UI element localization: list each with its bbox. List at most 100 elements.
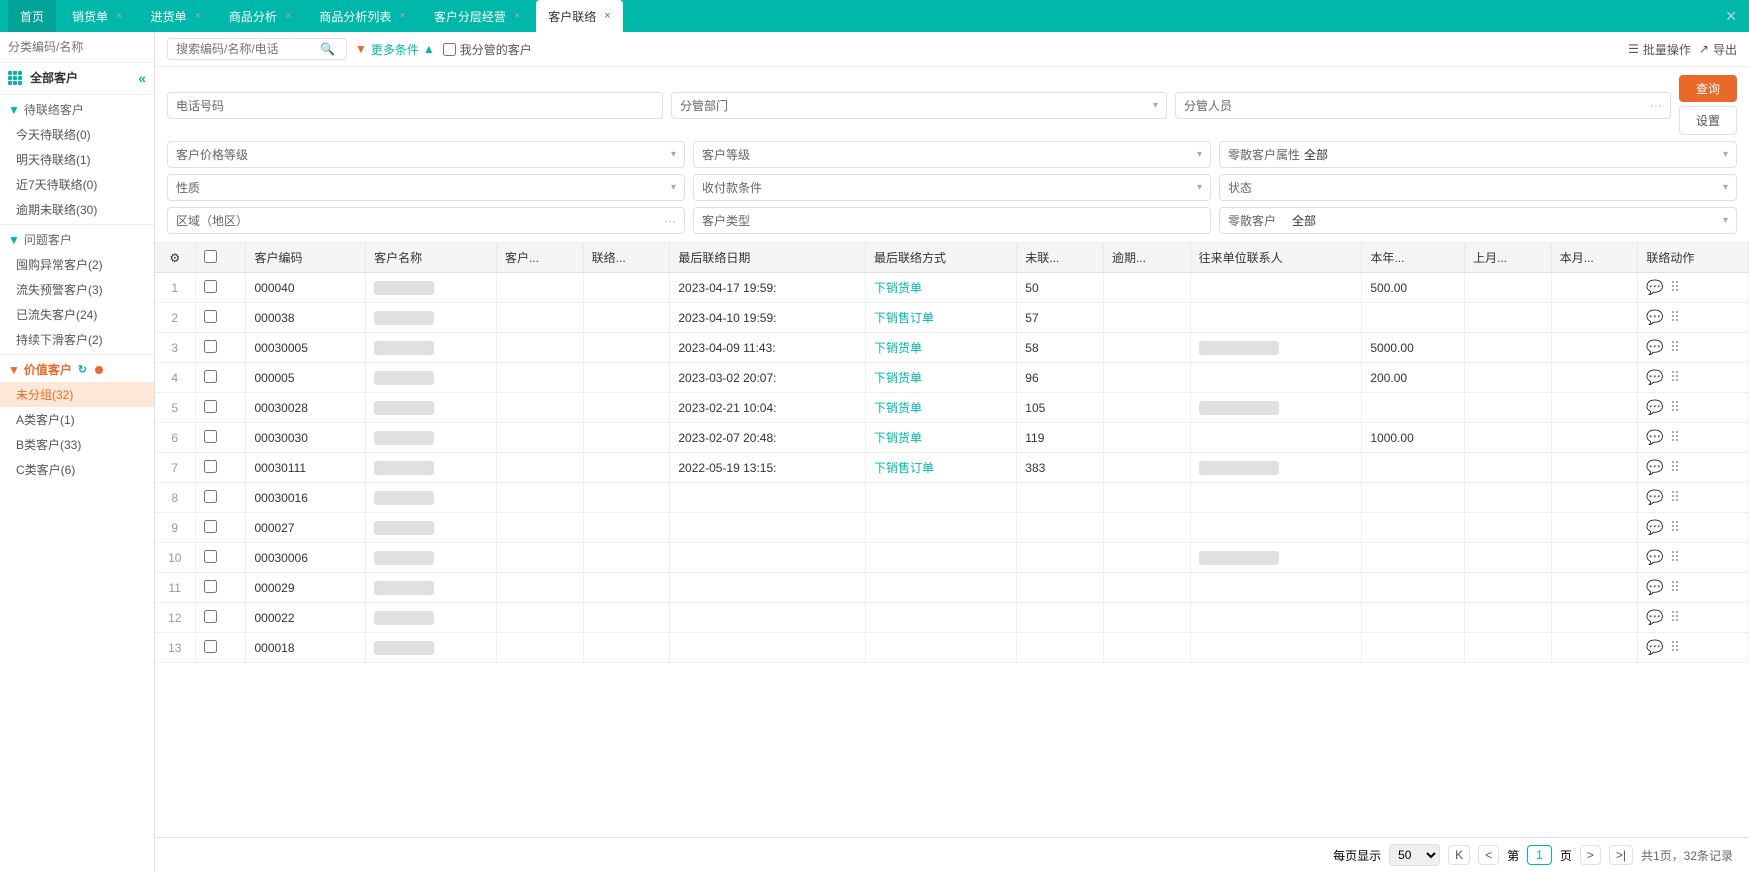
sidebar-item-today[interactable]: 今天待联络(0) [0, 122, 154, 147]
row-checkbox[interactable] [195, 483, 246, 513]
chat-action-icon[interactable]: 💬 [1646, 579, 1663, 596]
sidebar-item-tomorrow[interactable]: 明天待联络(1) [0, 147, 154, 172]
chat-action-icon[interactable]: 💬 [1646, 399, 1663, 416]
row-last-method[interactable] [865, 573, 1016, 603]
tab-purchase-close[interactable]: × [194, 10, 200, 22]
grid-action-icon[interactable]: ⠿ [1670, 429, 1680, 446]
query-button[interactable]: 查询 [1679, 75, 1737, 102]
filter-region[interactable]: 区域（地区） ··· [167, 207, 685, 234]
row-checkbox[interactable] [195, 393, 246, 423]
grid-action-icon[interactable]: ⠿ [1670, 639, 1680, 656]
sidebar-item-abnormal[interactable]: 囤购异常客户(2) [0, 252, 154, 277]
row-last-method[interactable]: 下销货单 [865, 363, 1016, 393]
filter-retail-customer[interactable]: 零散客户 全部 ▾ [1219, 207, 1737, 234]
row-last-method[interactable] [865, 603, 1016, 633]
chat-action-icon[interactable]: 💬 [1646, 369, 1663, 386]
grid-action-icon[interactable]: ⠿ [1670, 399, 1680, 416]
row-checkbox[interactable] [195, 333, 246, 363]
batch-ops-button[interactable]: ☰ 批量操作 [1628, 41, 1691, 58]
row-last-method[interactable] [865, 513, 1016, 543]
first-page-button[interactable]: K [1448, 845, 1470, 865]
tab-customer-contact-close[interactable]: × [604, 10, 610, 22]
chat-action-icon[interactable]: 💬 [1646, 489, 1663, 506]
last-page-button[interactable]: >| [1609, 845, 1633, 865]
row-last-method[interactable]: 下销货单 [865, 423, 1016, 453]
reset-button[interactable]: 设置 [1679, 106, 1737, 135]
sidebar-search-input[interactable] [8, 40, 155, 54]
chat-action-icon[interactable]: 💬 [1646, 309, 1663, 326]
row-last-method[interactable]: 下销售订单 [865, 303, 1016, 333]
chat-action-icon[interactable]: 💬 [1646, 279, 1663, 296]
grid-action-icon[interactable]: ⠿ [1670, 279, 1680, 296]
row-last-method[interactable]: 下销货单 [865, 273, 1016, 303]
sidebar-group-value[interactable]: ▼ 价值客户 ↻ [0, 357, 154, 382]
grid-action-icon[interactable]: ⠿ [1670, 369, 1680, 386]
sidebar-item-warning[interactable]: 流失预警客户(3) [0, 277, 154, 302]
row-checkbox[interactable] [195, 363, 246, 393]
window-close-button[interactable]: ✕ [1721, 8, 1741, 25]
filter-dept[interactable]: 分管部门 ▾ [671, 92, 1167, 119]
collapse-icon[interactable]: « [138, 70, 146, 86]
chat-action-icon[interactable]: 💬 [1646, 429, 1663, 446]
chat-action-icon[interactable]: 💬 [1646, 609, 1663, 626]
my-customers-checkbox[interactable] [443, 43, 456, 56]
tab-goods-analysis-close[interactable]: × [285, 10, 291, 22]
row-last-method[interactable] [865, 543, 1016, 573]
tab-goods-list-close[interactable]: × [399, 10, 405, 22]
row-checkbox[interactable] [195, 273, 246, 303]
chat-action-icon[interactable]: 💬 [1646, 549, 1663, 566]
more-conditions-btn[interactable]: ▼ 更多条件 ▲ [355, 41, 435, 58]
row-last-method[interactable]: 下销货单 [865, 393, 1016, 423]
tab-goods-list[interactable]: 商品分析列表 × [307, 0, 417, 32]
row-checkbox[interactable] [195, 423, 246, 453]
next-page-button[interactable]: > [1580, 845, 1601, 865]
filter-payment[interactable]: 收付款条件 ▾ [693, 174, 1211, 201]
filter-customer-level[interactable]: 客户等级 ▾ [693, 141, 1211, 168]
grid-action-icon[interactable]: ⠿ [1670, 579, 1680, 596]
sidebar-item-declining[interactable]: 持续下滑客户(2) [0, 327, 154, 352]
tab-goods-analysis[interactable]: 商品分析 × [217, 0, 303, 32]
sidebar-group-pending[interactable]: ▼ 待联络客户 [0, 97, 154, 122]
select-all-checkbox[interactable] [204, 250, 217, 263]
export-button[interactable]: ↗ 导出 [1699, 41, 1737, 58]
filter-phone[interactable]: 电话号码 [167, 92, 663, 119]
sidebar-group-problem[interactable]: ▼ 问题客户 [0, 227, 154, 252]
row-last-method[interactable]: 下销货单 [865, 333, 1016, 363]
grid-action-icon[interactable]: ⠿ [1670, 459, 1680, 476]
tab-customer-contact[interactable]: 客户联络 × [536, 0, 622, 32]
tab-customer-tier-close[interactable]: × [514, 10, 520, 22]
grid-action-icon[interactable]: ⠿ [1670, 519, 1680, 536]
filter-status[interactable]: 状态 ▾ [1219, 174, 1737, 201]
sidebar-item-ungrouped[interactable]: 未分组(32) [0, 382, 154, 407]
th-settings[interactable]: ⚙ [155, 243, 195, 273]
page-size-select[interactable]: 50 100 200 [1389, 844, 1440, 866]
filter-person[interactable]: 分管人员 ··· [1175, 92, 1671, 119]
row-checkbox[interactable] [195, 543, 246, 573]
refresh-icon[interactable]: ↻ [78, 363, 87, 376]
row-last-method[interactable] [865, 633, 1016, 663]
tab-sales-close[interactable]: × [116, 10, 122, 22]
sidebar-item-class-c[interactable]: C类客户(6) [0, 457, 154, 482]
row-last-method[interactable]: 下销售订单 [865, 453, 1016, 483]
chat-action-icon[interactable]: 💬 [1646, 459, 1663, 476]
search-icon[interactable]: 🔍 [320, 42, 335, 56]
tab-customer-tier[interactable]: 客户分层经营 × [422, 0, 532, 32]
row-checkbox[interactable] [195, 513, 246, 543]
sidebar-item-7days[interactable]: 近7天待联络(0) [0, 172, 154, 197]
prev-page-button[interactable]: < [1478, 845, 1499, 865]
filter-customer-type[interactable]: 客户类型 [693, 207, 1211, 234]
tab-home[interactable]: 首页 [8, 0, 56, 32]
row-checkbox[interactable] [195, 453, 246, 483]
chat-action-icon[interactable]: 💬 [1646, 639, 1663, 656]
tab-purchase[interactable]: 进货单 × [138, 0, 212, 32]
grid-action-icon[interactable]: ⠿ [1670, 549, 1680, 566]
sidebar-item-overdue[interactable]: 逾期未联络(30) [0, 197, 154, 222]
row-checkbox[interactable] [195, 633, 246, 663]
search-input[interactable] [176, 42, 316, 56]
row-checkbox[interactable] [195, 573, 246, 603]
grid-action-icon[interactable]: ⠿ [1670, 339, 1680, 356]
filter-nature[interactable]: 性质 ▾ [167, 174, 685, 201]
grid-action-icon[interactable]: ⠿ [1670, 489, 1680, 506]
row-last-method[interactable] [865, 483, 1016, 513]
filter-retail-attr[interactable]: 零散客户属性 全部 ▾ [1219, 141, 1737, 168]
